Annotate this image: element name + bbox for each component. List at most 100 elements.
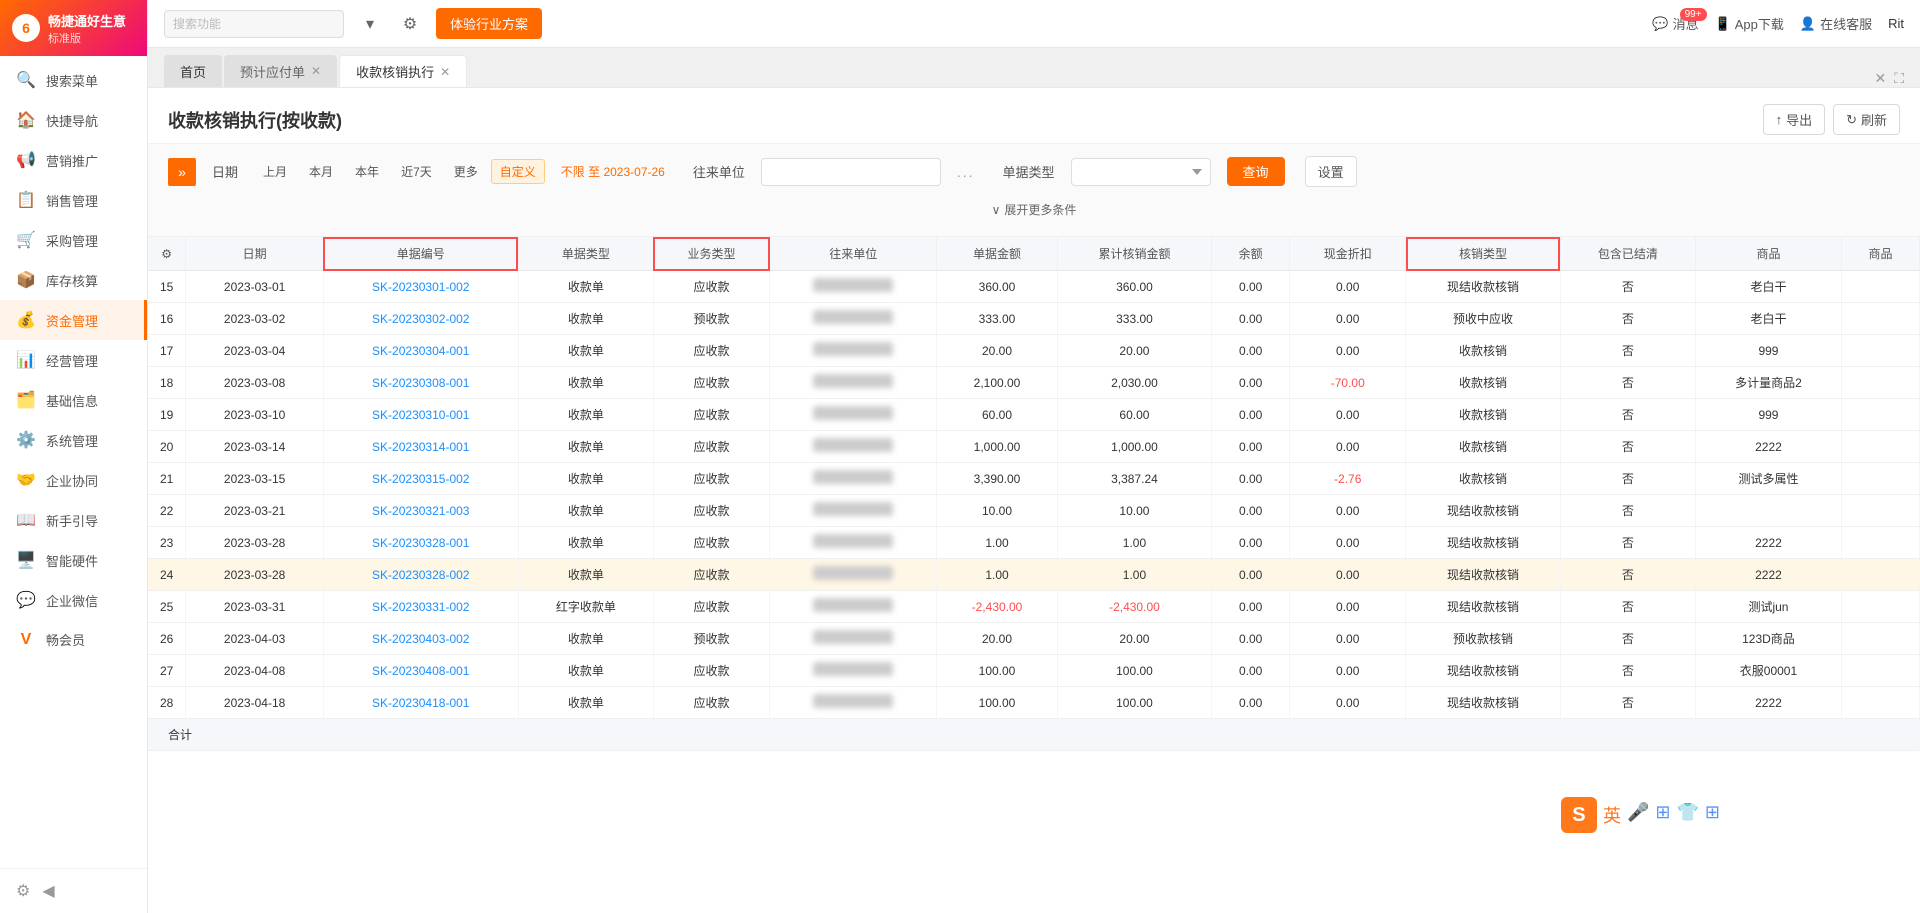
sidebar-item-purchase[interactable]: 🛒 采购管理 bbox=[0, 220, 147, 260]
service-btn[interactable]: 👤 在线客服 bbox=[1800, 14, 1872, 33]
chevron-down-icon[interactable]: ▾ bbox=[356, 10, 384, 38]
tab-collection-close[interactable]: ✕ bbox=[440, 65, 450, 79]
table-row: 21 2023-03-15 SK-20230315-002 收款单 应收款 3,… bbox=[148, 463, 1920, 495]
gear-icon[interactable]: ⚙ bbox=[161, 247, 172, 261]
table-row: 18 2023-03-08 SK-20230308-001 收款单 应收款 2,… bbox=[148, 367, 1920, 399]
content-header: 收款核销执行(按收款) ↑ 导出 ↻ 刷新 bbox=[148, 88, 1920, 144]
date-btn-7days[interactable]: 近7天 bbox=[392, 159, 441, 184]
bill-no-link[interactable]: SK-20230403-002 bbox=[372, 632, 469, 646]
sidebar-item-operations[interactable]: 📊 经营管理 bbox=[0, 340, 147, 380]
sidebar-item-label: 智能硬件 bbox=[46, 551, 98, 570]
col-amount: 1,000.00 bbox=[937, 431, 1058, 463]
bill-no-link[interactable]: SK-20230331-002 bbox=[372, 600, 469, 614]
partner-filter-input[interactable] bbox=[761, 158, 941, 186]
col-writeoff: 360.00 bbox=[1057, 271, 1211, 303]
date-btn-this-year[interactable]: 本年 bbox=[346, 159, 388, 184]
col-writeoff: 100.00 bbox=[1057, 655, 1211, 687]
filter-more-dots[interactable]: ... bbox=[957, 164, 975, 180]
bill-no-link[interactable]: SK-20230314-001 bbox=[372, 440, 469, 454]
topbar: ▾ ⚙ 体验行业方案 💬 消息 99+ 📱 App下载 👤 在线客服 Rit bbox=[148, 0, 1920, 48]
col-amount: 100.00 bbox=[937, 655, 1058, 687]
bill-no-link[interactable]: SK-20230408-001 bbox=[372, 664, 469, 678]
col-date: 2023-04-03 bbox=[186, 623, 323, 655]
bill-no-link[interactable]: SK-20230418-001 bbox=[372, 696, 469, 710]
bill-no-link[interactable]: SK-20230304-001 bbox=[372, 344, 469, 358]
bill-type-select[interactable] bbox=[1071, 158, 1211, 186]
table-row: 17 2023-03-04 SK-20230304-001 收款单 应收款 20… bbox=[148, 335, 1920, 367]
sidebar-item-inventory[interactable]: 📦 库存核算 bbox=[0, 260, 147, 300]
filter-expand-btn[interactable]: ∨ 展开更多条件 bbox=[986, 195, 1083, 224]
sidebar-item-system[interactable]: ⚙️ 系统管理 bbox=[0, 420, 147, 460]
bill-type-filter-label: 单据类型 bbox=[1003, 162, 1055, 181]
tab-home[interactable]: 首页 bbox=[164, 55, 222, 87]
search-input[interactable] bbox=[164, 10, 344, 38]
date-btn-custom[interactable]: 自定义 bbox=[491, 159, 545, 184]
gear-topbar-icon[interactable]: ⚙ bbox=[396, 10, 424, 38]
col-bill-type: 红字收款单 bbox=[518, 591, 653, 623]
sidebar-item-basic[interactable]: 🗂️ 基础信息 bbox=[0, 380, 147, 420]
message-icon: 💬 bbox=[1652, 16, 1668, 32]
bill-no-link[interactable]: SK-20230310-001 bbox=[372, 408, 469, 422]
col-biz-type: 应收款 bbox=[653, 591, 769, 623]
col-amount: 10.00 bbox=[937, 495, 1058, 527]
col-writeoff: 1.00 bbox=[1057, 559, 1211, 591]
sidebar-item-finance[interactable]: 💰 资金管理 bbox=[0, 300, 147, 340]
filter-toggle-btn[interactable]: » bbox=[168, 158, 196, 186]
date-btn-this-month[interactable]: 本月 bbox=[300, 159, 342, 184]
sidebar-item-label: 基础信息 bbox=[46, 391, 98, 410]
sidebar-item-hardware[interactable]: 🖥️ 智能硬件 bbox=[0, 540, 147, 580]
col-product1: 999 bbox=[1696, 335, 1842, 367]
col-bill-type: 收款单 bbox=[518, 623, 653, 655]
refresh-button[interactable]: ↻ 刷新 bbox=[1833, 104, 1900, 135]
col-bill-no: SK-20230331-002 bbox=[323, 591, 518, 623]
app-download-btn[interactable]: 📱 App下载 bbox=[1715, 14, 1784, 33]
tab-close-all-icon[interactable]: ✕ bbox=[1874, 70, 1886, 87]
bill-no-link[interactable]: SK-20230302-002 bbox=[372, 312, 469, 326]
sidebar-item-sales[interactable]: 📋 销售管理 bbox=[0, 180, 147, 220]
sidebar-item-label: 企业微信 bbox=[46, 591, 98, 610]
tab-collection[interactable]: 收款核销执行 ✕ bbox=[339, 55, 467, 87]
tab-pre-payment[interactable]: 预计应付单 ✕ bbox=[224, 55, 337, 87]
export-button[interactable]: ↑ 导出 bbox=[1763, 104, 1826, 135]
bill-no-link[interactable]: SK-20230321-003 bbox=[372, 504, 469, 518]
sidebar-item-marketing[interactable]: 📢 营销推广 bbox=[0, 140, 147, 180]
date-btn-more[interactable]: 更多 bbox=[445, 159, 487, 184]
partner-filter-label: 往来单位 bbox=[693, 162, 745, 181]
col-biz-type: 应收款 bbox=[653, 527, 769, 559]
table-row: 26 2023-04-03 SK-20230403-002 收款单 预收款 20… bbox=[148, 623, 1920, 655]
sidebar-item-wechat[interactable]: 💬 企业微信 bbox=[0, 580, 147, 620]
industry-solution-button[interactable]: 体验行业方案 bbox=[436, 8, 542, 39]
setting-button[interactable]: 设置 bbox=[1305, 156, 1357, 187]
sidebar-item-nav[interactable]: 🏠 快捷导航 bbox=[0, 100, 147, 140]
member-icon: V bbox=[16, 631, 36, 649]
tab-pre-payment-close[interactable]: ✕ bbox=[311, 64, 321, 78]
query-button[interactable]: 查询 bbox=[1227, 157, 1285, 186]
col-amount: 60.00 bbox=[937, 399, 1058, 431]
tab-maximize-icon[interactable]: ⛶ bbox=[1894, 70, 1904, 87]
total-row: 合计 bbox=[148, 719, 1920, 751]
col-discount: 0.00 bbox=[1290, 399, 1406, 431]
bill-no-link[interactable]: SK-20230328-002 bbox=[372, 568, 469, 582]
date-btn-prev-month[interactable]: 上月 bbox=[254, 159, 296, 184]
tab-collection-label: 收款核销执行 bbox=[356, 62, 434, 81]
bill-no-link[interactable]: SK-20230328-001 bbox=[372, 536, 469, 550]
sidebar-item-guide[interactable]: 📖 新手引导 bbox=[0, 500, 147, 540]
bill-no-link[interactable]: SK-20230308-001 bbox=[372, 376, 469, 390]
bill-no-link[interactable]: SK-20230315-002 bbox=[372, 472, 469, 486]
col-bill-type: 收款单 bbox=[518, 495, 653, 527]
col-cancel-type: 收款核销 bbox=[1406, 431, 1560, 463]
sidebar-item-enterprise[interactable]: 🤝 企业协同 bbox=[0, 460, 147, 500]
message-btn[interactable]: 💬 消息 99+ bbox=[1652, 14, 1698, 33]
col-included: 否 bbox=[1560, 591, 1695, 623]
col-balance: 0.00 bbox=[1212, 271, 1290, 303]
user-avatar[interactable]: Rit bbox=[1888, 16, 1904, 31]
col-gear-header[interactable]: ⚙ bbox=[148, 237, 186, 271]
table-row: 22 2023-03-21 SK-20230321-003 收款单 应收款 10… bbox=[148, 495, 1920, 527]
col-discount: 0.00 bbox=[1290, 623, 1406, 655]
settings-bottom-icon[interactable]: ⚙ bbox=[16, 881, 30, 901]
collapse-icon[interactable]: ◀ bbox=[42, 881, 54, 901]
logo-icon: 6 bbox=[12, 14, 40, 42]
sidebar-item-search[interactable]: 🔍 搜索菜单 bbox=[0, 60, 147, 100]
sidebar-item-member[interactable]: V 畅会员 bbox=[0, 620, 147, 659]
bill-no-link[interactable]: SK-20230301-002 bbox=[372, 280, 469, 294]
